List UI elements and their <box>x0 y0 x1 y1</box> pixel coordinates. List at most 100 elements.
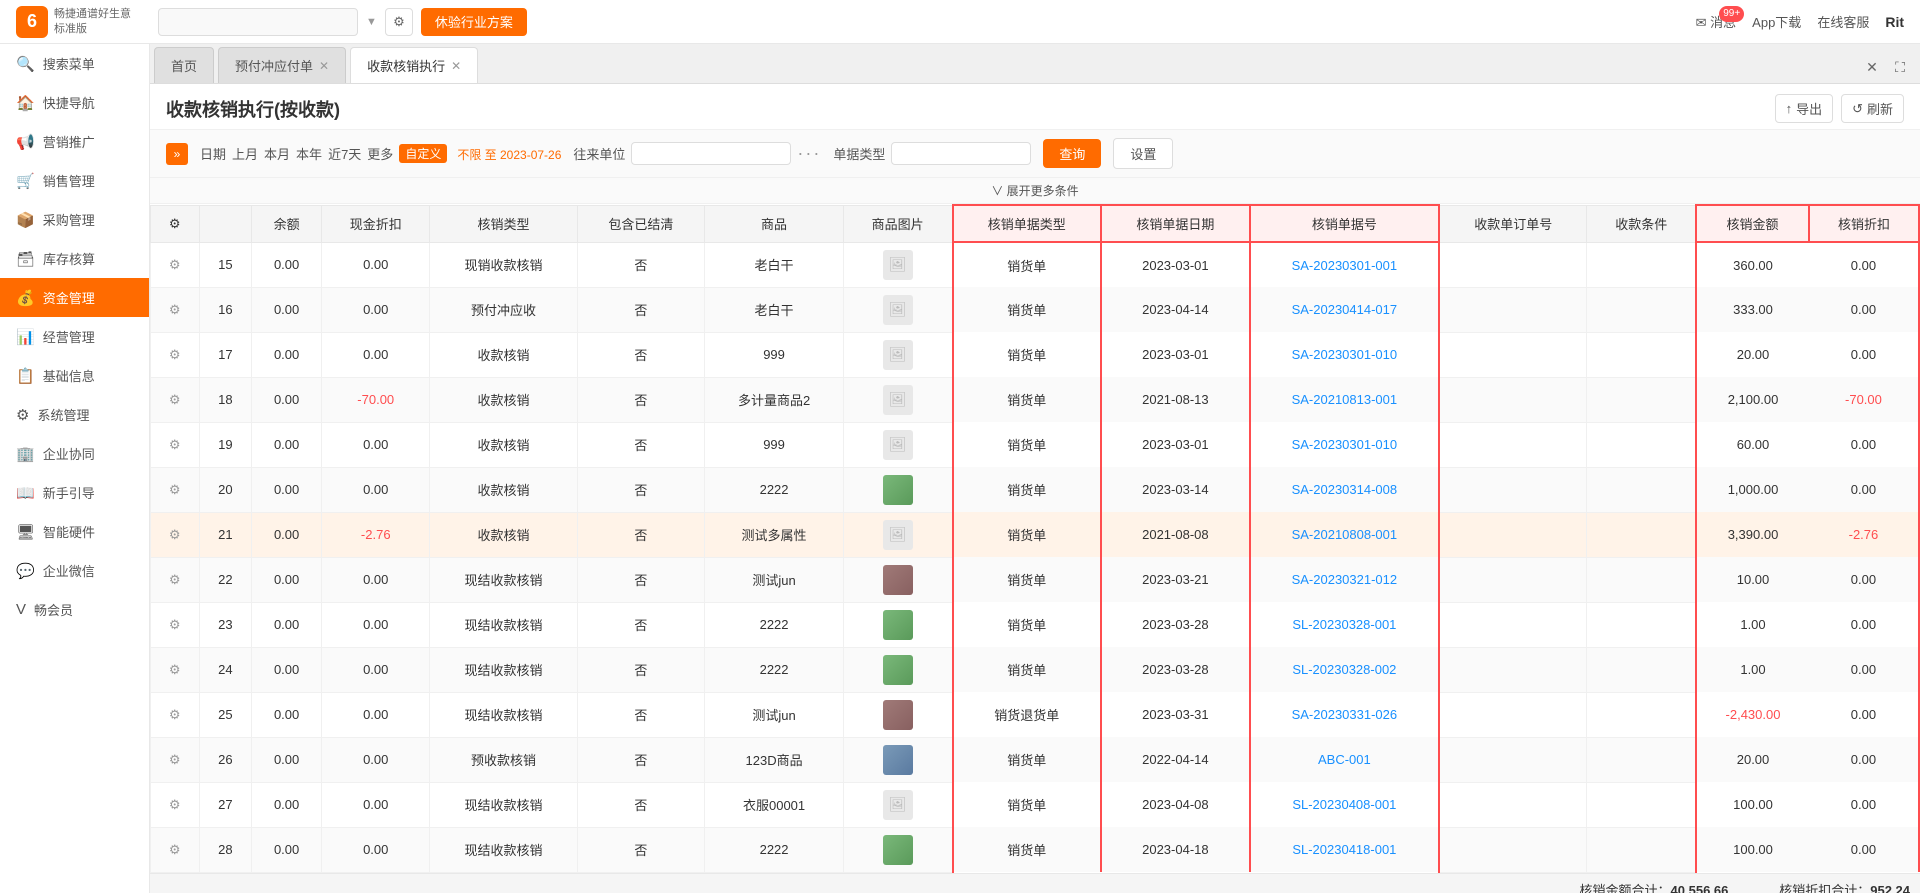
table-row: ⚙170.000.00收款核销否999🖼销货单2023-03-01SA-2023… <box>151 332 1920 377</box>
last-month-btn[interactable]: 上月 <box>232 144 258 163</box>
row-gear-icon[interactable]: ⚙ <box>169 662 181 677</box>
sidebar-item-basic[interactable]: 📋基础信息 <box>0 356 149 395</box>
bill-no-link[interactable]: SA-20230414-017 <box>1292 302 1398 317</box>
td-seq: 27 <box>199 782 252 827</box>
sidebar-item-finance[interactable]: 💰资金管理 <box>0 278 149 317</box>
sidebar-item-system[interactable]: ⚙系统管理 <box>0 395 149 434</box>
refresh-btn[interactable]: ↺ 刷新 <box>1841 94 1904 123</box>
tab-prepay[interactable]: 预付冲应付单✕ <box>218 47 346 83</box>
sidebar-item-wechat[interactable]: 💬企业微信 <box>0 551 149 590</box>
table-row: ⚙180.00-70.00收款核销否多计量商品2🖼销货单2021-08-13SA… <box>151 377 1920 422</box>
tab-home[interactable]: 首页 <box>154 47 214 83</box>
search-dropdown-icon[interactable]: ▼ <box>366 16 377 28</box>
row-gear-icon[interactable]: ⚙ <box>169 437 181 452</box>
row-gear-icon[interactable]: ⚙ <box>169 797 181 812</box>
from-unit-input[interactable] <box>631 142 791 165</box>
sidebar-item-search[interactable]: 🔍搜索菜单 <box>0 44 149 83</box>
sidebar-item-inventory[interactable]: 🗃库存核算 <box>0 239 149 278</box>
row-gear-icon[interactable]: ⚙ <box>169 257 181 272</box>
col-settings-icon[interactable]: ⚙ <box>169 216 181 231</box>
industry-btn[interactable]: 休验行业方案 <box>421 8 527 36</box>
td-receipt_condition <box>1587 782 1696 827</box>
td-writeoff_discount: 0.00 <box>1809 602 1919 647</box>
td-balance: 0.00 <box>252 332 322 377</box>
td-settings: ⚙ <box>151 512 200 557</box>
td-product: 2222 <box>705 647 844 692</box>
filter-setting-btn[interactable]: 设置 <box>1113 138 1173 169</box>
more-date-btn[interactable]: 更多 <box>367 144 393 163</box>
td-settings: ⚙ <box>151 377 200 422</box>
bill-no-link[interactable]: SA-20210813-001 <box>1292 392 1398 407</box>
search-input[interactable] <box>158 8 358 36</box>
tab-writeoff[interactable]: 收款核销执行✕ <box>350 47 478 83</box>
row-gear-icon[interactable]: ⚙ <box>169 842 181 857</box>
td-bill_date: 2023-03-01 <box>1101 242 1250 287</box>
td-product_img: 🖼 <box>843 377 952 422</box>
bill-no-link[interactable]: SL-20230408-001 <box>1292 797 1396 812</box>
query-btn[interactable]: 查询 <box>1043 139 1101 168</box>
table-row: ⚙160.000.00预付冲应收否老白干🖼销货单2023-04-14SA-202… <box>151 287 1920 332</box>
row-gear-icon[interactable]: ⚙ <box>169 572 181 587</box>
row-gear-icon[interactable]: ⚙ <box>169 752 181 767</box>
td-receipt_order_no <box>1439 242 1587 287</box>
sidebar-item-purchase[interactable]: 📦采购管理 <box>0 200 149 239</box>
table-wrapper[interactable]: ⚙余额现金折扣核销类型包含已结清商品商品图片核销单据类型核销单据日期核销单据号收… <box>150 204 1920 893</box>
td-receipt_condition <box>1587 467 1696 512</box>
td-bill_no: SA-20230414-017 <box>1250 287 1439 332</box>
custom-date-btn[interactable]: 自定义 <box>399 144 447 163</box>
bill-no-link[interactable]: ABC-001 <box>1318 752 1371 767</box>
this-year-btn[interactable]: 本年 <box>296 144 322 163</box>
td-included: 否 <box>577 422 705 467</box>
bill-no-link[interactable]: SA-20230301-001 <box>1292 258 1398 273</box>
row-gear-icon[interactable]: ⚙ <box>169 527 181 542</box>
sidebar-item-sales[interactable]: 🛒销售管理 <box>0 161 149 200</box>
td-seq: 16 <box>199 287 252 332</box>
expand-more-btn[interactable]: ∨ 展开更多条件 <box>150 178 1920 204</box>
bill-no-link[interactable]: SA-20230314-008 <box>1292 482 1398 497</box>
bill-no-link[interactable]: SA-20230301-010 <box>1292 437 1398 452</box>
row-gear-icon[interactable]: ⚙ <box>169 347 181 362</box>
td-balance: 0.00 <box>252 242 322 287</box>
sidebar-item-quick-nav[interactable]: 🏠快捷导航 <box>0 83 149 122</box>
app-download-btn[interactable]: App下载 <box>1752 12 1801 31</box>
settings-icon[interactable]: ⚙ <box>385 8 413 36</box>
this-month-btn[interactable]: 本月 <box>264 144 290 163</box>
tab-close-writeoff[interactable]: ✕ <box>451 59 461 73</box>
bill-no-link[interactable]: SA-20230331-026 <box>1292 707 1398 722</box>
sidebar-item-guide[interactable]: 📖新手引导 <box>0 473 149 512</box>
bill-no-link[interactable]: SL-20230418-001 <box>1292 842 1396 857</box>
sidebar-item-member[interactable]: V畅会员 <box>0 590 149 629</box>
bill-type-group: 单据类型 <box>833 142 1031 165</box>
row-gear-icon[interactable]: ⚙ <box>169 617 181 632</box>
row-gear-icon[interactable]: ⚙ <box>169 707 181 722</box>
expand-filter-btn[interactable]: » <box>166 143 188 165</box>
top-bar-right: ✉ 消息 99+ App下载 在线客服 Rit <box>1696 12 1904 31</box>
online-service-btn[interactable]: 在线客服 <box>1817 12 1869 31</box>
message-btn[interactable]: ✉ 消息 99+ <box>1696 12 1737 31</box>
export-btn[interactable]: ↑ 导出 <box>1775 94 1834 123</box>
td-settings: ⚙ <box>151 827 200 872</box>
row-gear-icon[interactable]: ⚙ <box>169 302 181 317</box>
sidebar-item-hardware[interactable]: 🖥智能硬件 <box>0 512 149 551</box>
td-writeoff_amount: 333.00 <box>1696 287 1809 332</box>
sidebar-item-marketing[interactable]: 📢营销推广 <box>0 122 149 161</box>
maximize-window-icon[interactable]: ⛶ <box>1888 55 1912 79</box>
bill-no-link[interactable]: SA-20210808-001 <box>1292 527 1398 542</box>
bill-no-link[interactable]: SA-20230321-012 <box>1292 572 1398 587</box>
bill-no-link[interactable]: SL-20230328-002 <box>1292 662 1396 677</box>
td-writeoff_discount: 0.00 <box>1809 242 1919 287</box>
bill-no-link[interactable]: SA-20230301-010 <box>1292 347 1398 362</box>
sidebar-item-enterprise[interactable]: 🏢企业协同 <box>0 434 149 473</box>
sidebar-item-operations[interactable]: 📊经营管理 <box>0 317 149 356</box>
bill-type-select[interactable] <box>891 142 1031 165</box>
bill-no-link[interactable]: SL-20230328-001 <box>1292 617 1396 632</box>
row-gear-icon[interactable]: ⚙ <box>169 482 181 497</box>
td-product_img <box>843 827 952 872</box>
last-7days-btn[interactable]: 近7天 <box>328 144 361 163</box>
row-gear-icon[interactable]: ⚙ <box>169 392 181 407</box>
close-window-icon[interactable]: ✕ <box>1860 55 1884 79</box>
ellipsis-btn[interactable]: ··· <box>797 143 821 164</box>
td-bill_type: 销货单 <box>953 422 1102 467</box>
td-writeoff_discount: -70.00 <box>1809 377 1919 422</box>
tab-close-prepay[interactable]: ✕ <box>319 59 329 73</box>
